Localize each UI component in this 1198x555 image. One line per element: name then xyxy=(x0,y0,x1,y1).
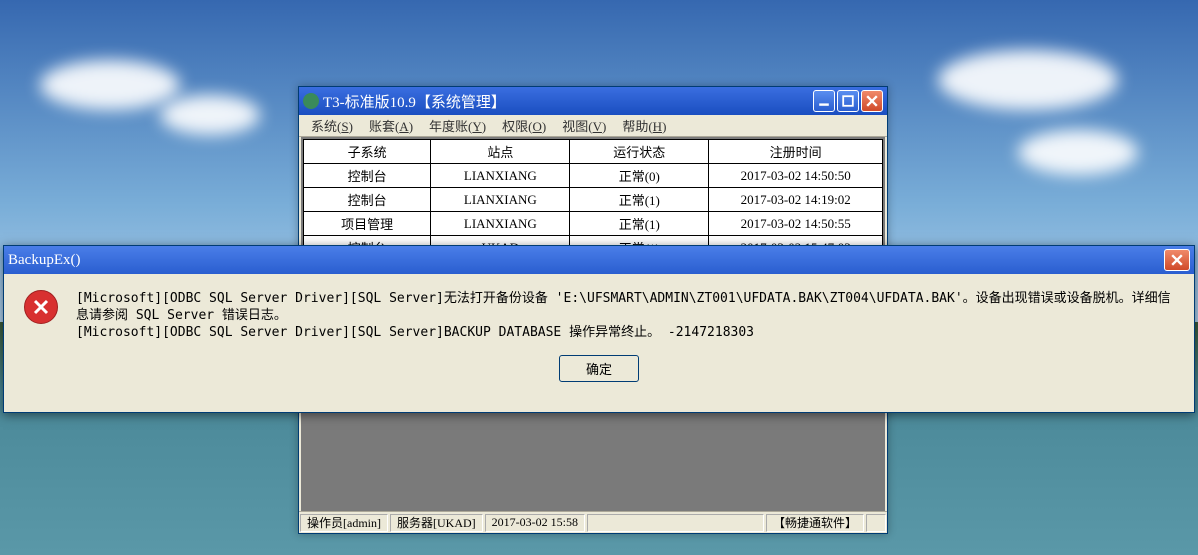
menu-system[interactable]: 系统(S) xyxy=(303,114,361,137)
table-row[interactable]: 控制台 LIANXIANG 正常(1) 2017-03-02 14:19:02 xyxy=(304,188,883,212)
statusbar: 操作员[admin] 服务器[UKAD] 2017-03-02 15:58 【畅… xyxy=(299,511,887,533)
dialog-close-button[interactable] xyxy=(1164,249,1190,271)
app-icon xyxy=(303,93,319,109)
table-header-row: 子系统 站点 运行状态 注册时间 xyxy=(304,140,883,164)
status-spacer xyxy=(587,514,764,532)
table-row[interactable]: 项目管理 LIANXIANG 正常(1) 2017-03-02 14:50:55 xyxy=(304,212,883,236)
status-grip xyxy=(866,514,886,532)
session-table: 子系统 站点 运行状态 注册时间 控制台 LIANXIANG 正常(0) 201… xyxy=(303,139,883,260)
status-operator: 操作员[admin] xyxy=(300,514,388,532)
main-title: T3-标准版10.9【系统管理】 xyxy=(323,91,813,112)
status-datetime: 2017-03-02 15:58 xyxy=(485,514,585,532)
menu-account[interactable]: 账套(A) xyxy=(361,114,421,137)
error-dialog: BackupEx() [Microsoft][ODBC SQL Server D… xyxy=(3,245,1195,413)
status-server: 服务器[UKAD] xyxy=(390,514,483,532)
table-row[interactable]: 控制台 LIANXIANG 正常(0) 2017-03-02 14:50:50 xyxy=(304,164,883,188)
close-button[interactable] xyxy=(861,90,883,112)
dialog-title: BackupEx() xyxy=(8,252,1164,269)
menubar: 系统(S) 账套(A) 年度账(Y) 权限(O) 视图(V) 帮助(H) xyxy=(299,115,887,137)
menu-help[interactable]: 帮助(H) xyxy=(614,114,674,137)
menu-permission[interactable]: 权限(O) xyxy=(494,114,554,137)
col-subsystem: 子系统 xyxy=(304,140,431,164)
col-time: 注册时间 xyxy=(709,140,883,164)
menu-view[interactable]: 视图(V) xyxy=(554,114,614,137)
col-station: 站点 xyxy=(431,140,570,164)
dialog-titlebar[interactable]: BackupEx() xyxy=(4,246,1194,274)
error-icon xyxy=(24,290,58,324)
menu-year[interactable]: 年度账(Y) xyxy=(421,114,494,137)
dialog-message: [Microsoft][ODBC SQL Server Driver][SQL … xyxy=(76,290,1182,341)
status-vendor: 【畅捷通软件】 xyxy=(766,514,864,532)
minimize-button[interactable] xyxy=(813,90,835,112)
col-status: 运行状态 xyxy=(570,140,709,164)
maximize-button[interactable] xyxy=(837,90,859,112)
main-titlebar[interactable]: T3-标准版10.9【系统管理】 xyxy=(299,87,887,115)
ok-button[interactable]: 确定 xyxy=(559,355,639,382)
